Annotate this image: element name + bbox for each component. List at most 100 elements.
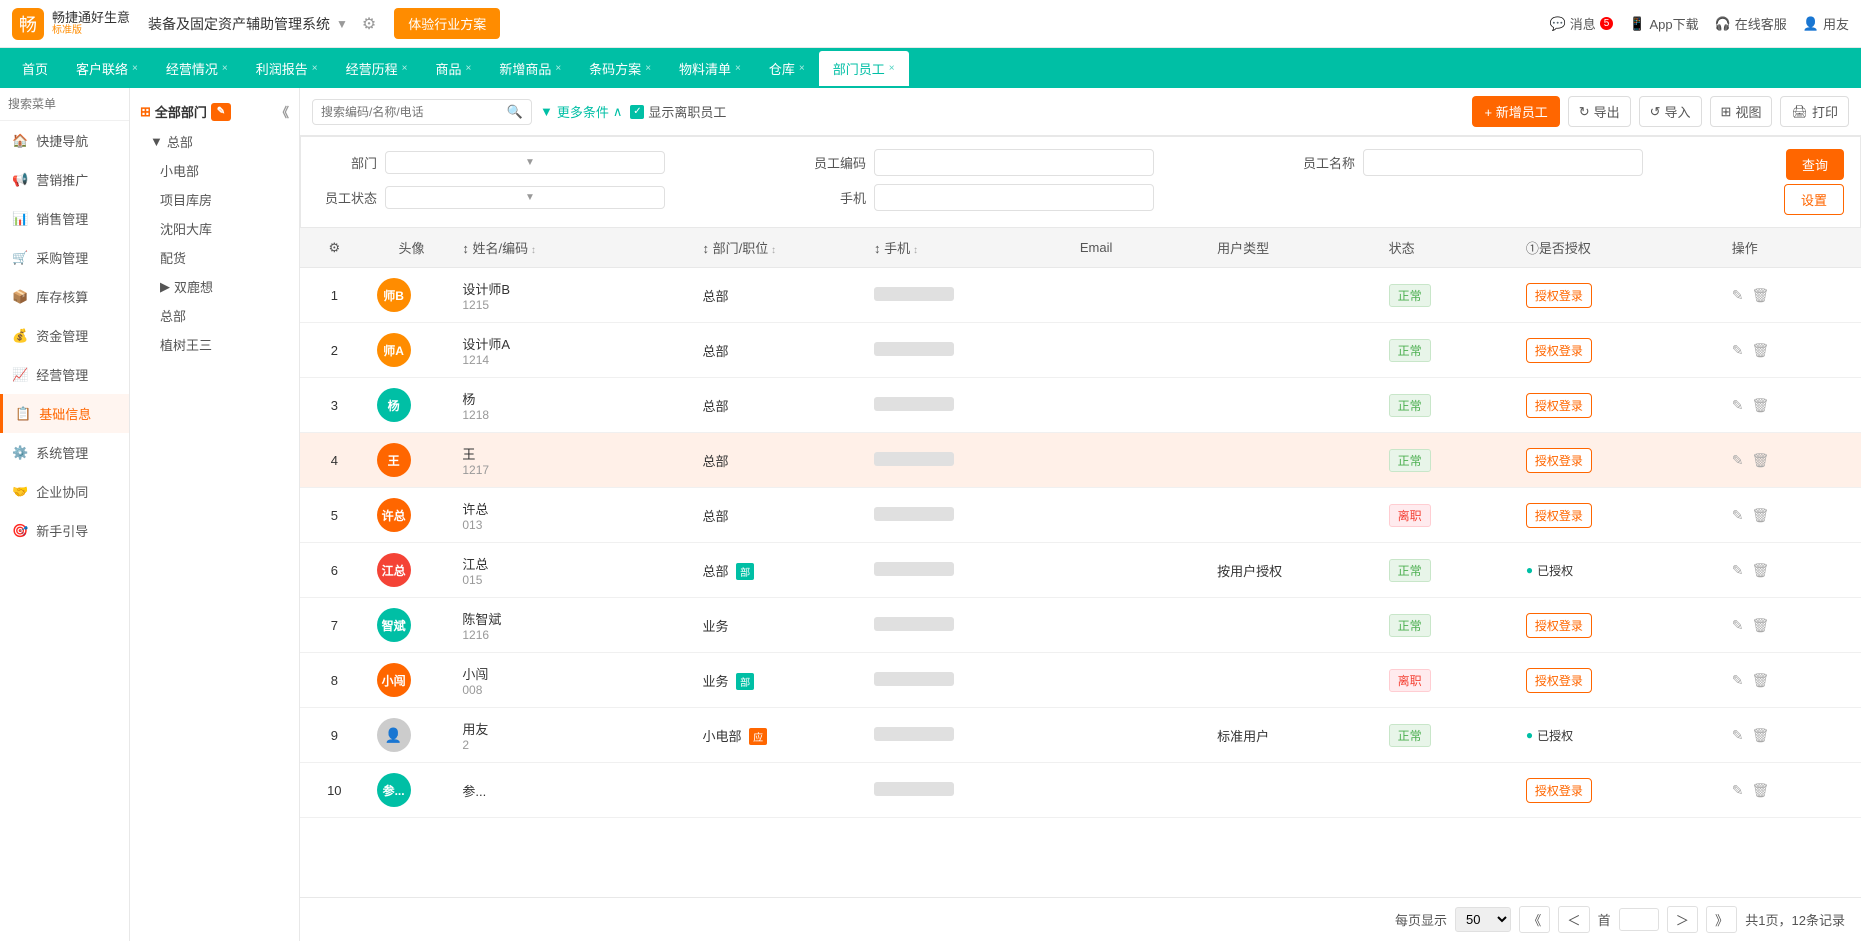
edit-icon[interactable]: ✎ [1732,672,1744,689]
close-icon[interactable]: × [799,63,805,74]
delete-icon[interactable]: 🗑 [1751,617,1769,634]
edit-icon[interactable]: ✎ [1732,397,1744,414]
search-input-wrap[interactable]: 🔍 [312,99,532,125]
import-button[interactable]: ↺ 导入 [1639,96,1702,127]
first-page-button[interactable]: 《 [1519,906,1550,933]
dept-edit-icon[interactable]: ✎ [211,103,231,121]
col-name[interactable]: ↕ 姓名/编码 [454,228,694,268]
auth-login-button[interactable]: 授权登录 [1526,338,1592,363]
dept-node-projectroom[interactable]: 项目库房 [130,185,299,214]
tab-profit[interactable]: 利润报告 × [242,51,332,86]
page-number-input[interactable]: 1 [1619,908,1659,931]
tab-bom[interactable]: 物料清单 × [665,51,755,86]
close-icon[interactable]: × [465,63,471,74]
sidebar-item-inventory[interactable]: 📦库存核算 [0,277,129,316]
dept-node-shenyangdaku[interactable]: 沈阳大库 [130,214,299,243]
tab-employees[interactable]: 部门员工 × [819,51,909,86]
sidebar-item-purchase[interactable]: 🛒采购管理 [0,238,129,277]
dept-node-shuanglu[interactable]: ▶ 双鹿想 [130,272,299,301]
trial-button[interactable]: 体验行业方案 [394,8,500,39]
tab-goods[interactable]: 商品 × [421,51,485,86]
auth-login-button[interactable]: 授权登录 [1526,393,1592,418]
delete-icon[interactable]: 🗑 [1751,782,1769,799]
app-download-button[interactable]: 📱 App下载 [1629,14,1698,33]
phone-input[interactable] [874,184,1154,211]
sidebar-item-quicknav[interactable]: 🏠快捷导航 [0,121,129,160]
query-button[interactable]: 查询 [1786,149,1844,180]
delete-icon[interactable]: 🗑 [1751,562,1769,579]
tab-warehouse[interactable]: 仓库 × [755,51,819,86]
delete-icon[interactable]: 🗑 [1751,727,1769,744]
tab-add-goods[interactable]: 新增商品 × [485,51,575,86]
tab-customer[interactable]: 客户联络 × [62,51,152,86]
user-avatar[interactable]: 👤 用友 [1803,14,1849,33]
sidebar-search-input[interactable] [8,97,130,111]
close-icon[interactable]: × [222,63,228,74]
col-phone[interactable]: ↕ 手机 [866,228,1072,268]
print-button[interactable]: 🖨 打印 [1780,96,1849,127]
close-icon[interactable]: × [889,63,895,74]
emp-name-input[interactable] [1363,149,1643,176]
dept-collapse-icon[interactable]: 《 [276,102,289,121]
page-size-select[interactable]: 50 100 [1455,907,1511,932]
delete-icon[interactable]: 🗑 [1751,287,1769,304]
tab-barcode[interactable]: 条码方案 × [575,51,665,86]
sidebar-item-finance[interactable]: 💰资金管理 [0,316,129,355]
sidebar-item-marketing[interactable]: 📢营销推广 [0,160,129,199]
more-conditions-button[interactable]: ▼ 更多条件 ∧ [540,102,622,121]
dept-node-xiaodibu[interactable]: 小电部 [130,156,299,185]
edit-icon[interactable]: ✎ [1732,727,1744,744]
emp-status-select[interactable]: ▼ [385,186,665,209]
edit-icon[interactable]: ✎ [1732,342,1744,359]
tab-home[interactable]: 首页 [8,51,62,86]
close-icon[interactable]: × [555,63,561,74]
sidebar-item-basicinfo[interactable]: 📋基础信息 [0,394,129,433]
auth-login-button[interactable]: 授权登录 [1526,283,1592,308]
emp-code-input[interactable] [874,149,1154,176]
dept-node-zhishuwang[interactable]: 植树王三 [130,330,299,359]
dept-node-peihuo[interactable]: 配货 [130,243,299,272]
close-icon[interactable]: × [312,63,318,74]
add-employee-button[interactable]: + 新增员工 [1472,96,1559,127]
set-button[interactable]: 设置 [1784,184,1844,215]
col-dept[interactable]: ↕ 部门/职位 [695,228,867,268]
show-resigned-toggle[interactable]: ✓ 显示离职员工 [630,102,726,121]
edit-icon[interactable]: ✎ [1732,287,1744,304]
sidebar-item-collab[interactable]: 🤝企业协同 [0,472,129,511]
settings-icon[interactable]: ⚙ [362,14,376,34]
edit-icon[interactable]: ✎ [1732,617,1744,634]
auth-login-button[interactable]: 授权登录 [1526,503,1592,528]
delete-icon[interactable]: 🗑 [1751,672,1769,689]
col-settings[interactable]: ⚙ [300,228,369,268]
auth-login-button[interactable]: 授权登录 [1526,448,1592,473]
dept-select[interactable]: ▼ [385,151,665,174]
auth-login-button[interactable]: 授权登录 [1526,668,1592,693]
prev-page-button[interactable]: ＜ [1558,906,1589,933]
messages-button[interactable]: 💬 消息 5 [1550,14,1614,33]
online-service-button[interactable]: 🎧 在线客服 [1715,14,1787,33]
view-button[interactable]: ⊞ 视图 [1710,96,1773,127]
dept-node-zongbu[interactable]: 总部 [130,301,299,330]
next-page-button[interactable]: ＞ [1667,906,1698,933]
edit-icon[interactable]: ✎ [1732,452,1744,469]
close-icon[interactable]: × [132,63,138,74]
last-page-button[interactable]: 》 [1706,906,1737,933]
delete-icon[interactable]: 🗑 [1751,452,1769,469]
sidebar-item-guide[interactable]: 🎯新手引导 [0,511,129,550]
dept-node-headquarters-expand[interactable]: ▼ 总部 [130,127,299,156]
dropdown-arrow-icon[interactable]: ▼ [336,17,348,31]
auth-login-button[interactable]: 授权登录 [1526,613,1592,638]
tab-history[interactable]: 经营历程 × [332,51,422,86]
delete-icon[interactable]: 🗑 [1751,507,1769,524]
close-icon[interactable]: × [645,63,651,74]
export-button[interactable]: ↻ 导出 [1568,96,1631,127]
sidebar-item-system[interactable]: ⚙️系统管理 [0,433,129,472]
edit-icon[interactable]: ✎ [1732,782,1744,799]
tab-operation[interactable]: 经营情况 × [152,51,242,86]
close-icon[interactable]: × [735,63,741,74]
search-input[interactable] [321,105,503,119]
edit-icon[interactable]: ✎ [1732,507,1744,524]
sidebar-item-operations[interactable]: 📈经营管理 [0,355,129,394]
delete-icon[interactable]: 🗑 [1751,342,1769,359]
sidebar-item-sales[interactable]: 📊销售管理 [0,199,129,238]
